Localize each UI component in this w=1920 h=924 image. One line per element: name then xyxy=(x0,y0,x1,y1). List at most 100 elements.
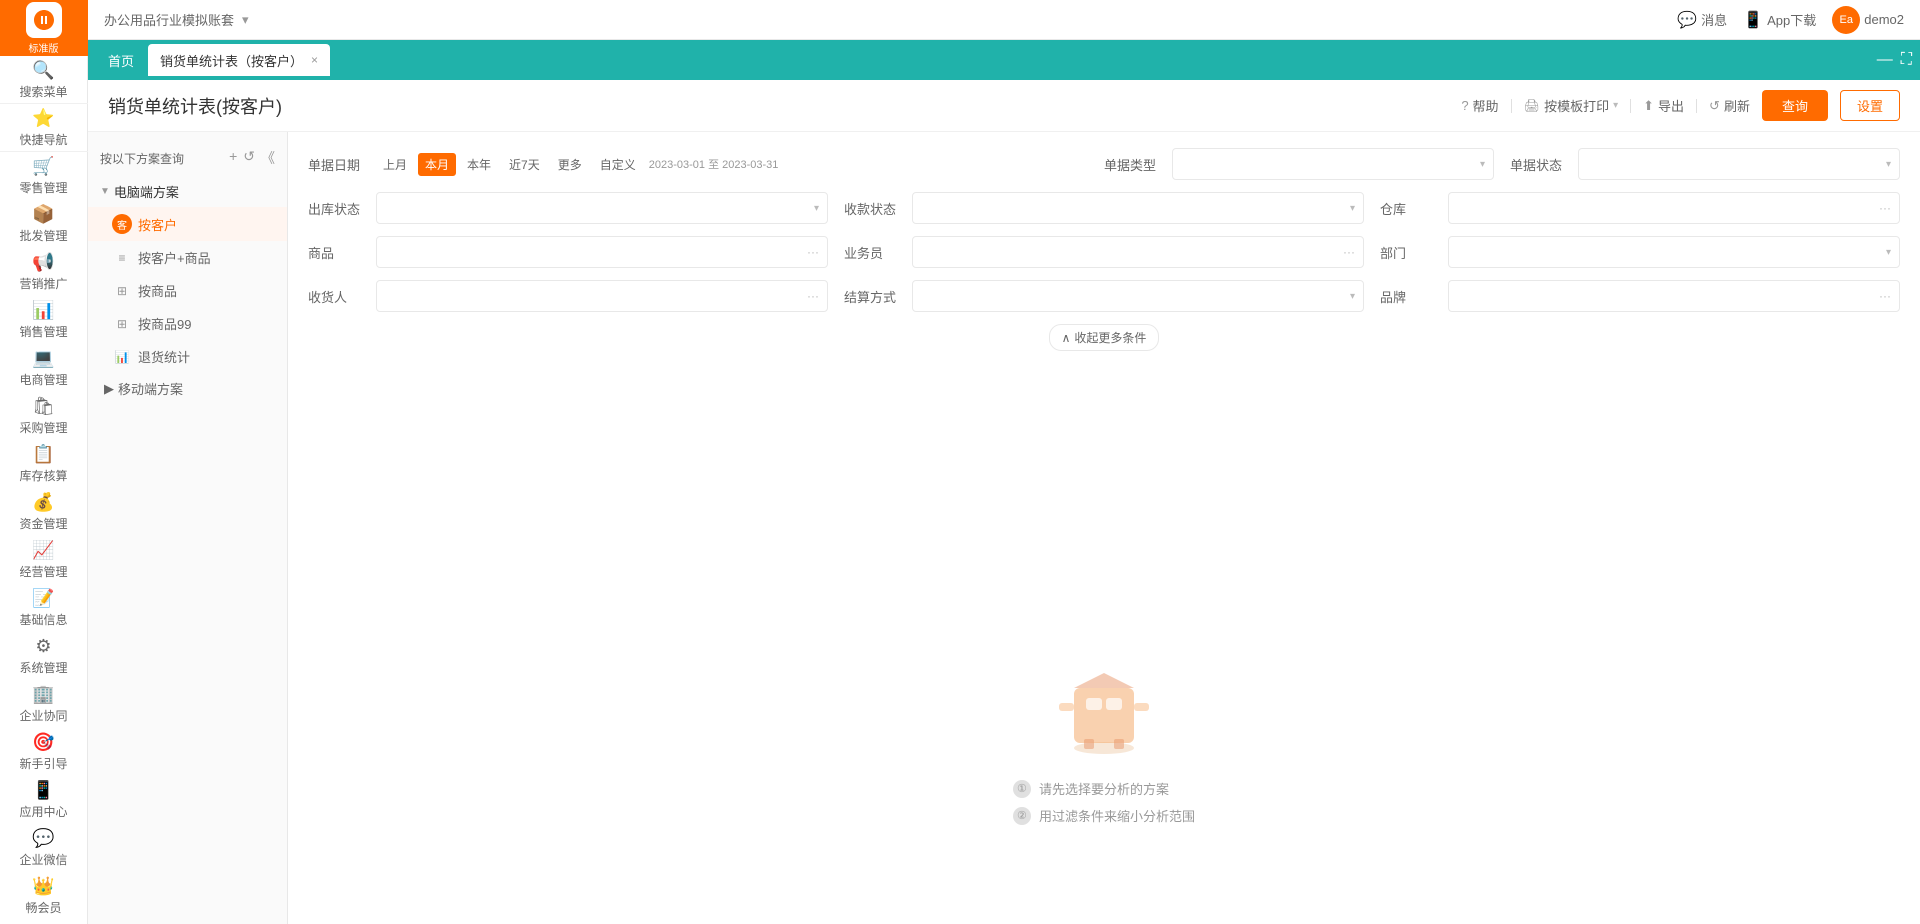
enterprise-label: 企业协同 xyxy=(19,707,67,724)
product-input[interactable]: ··· xyxy=(376,236,828,268)
user-area[interactable]: Ea demo2 xyxy=(1832,6,1904,34)
salesperson-label: 业务员 xyxy=(844,243,904,262)
brand-label: 品牌 xyxy=(1380,287,1440,306)
sidebar-item-member[interactable]: 👑 畅会员 xyxy=(0,872,88,920)
sidebar-item-enterprise[interactable]: 🏢 企业协同 xyxy=(0,680,88,728)
add-plan-icon[interactable]: + xyxy=(229,148,237,168)
system-icon: ⚙ xyxy=(35,636,51,657)
filter-product: 商品 ··· xyxy=(308,236,828,268)
username-label: demo2 xyxy=(1864,12,1904,27)
tab-bar-right: — ⛶ xyxy=(1877,51,1912,69)
sidebar-item-app-center[interactable]: 📱 应用中心 xyxy=(0,776,88,824)
plan-section: ▼ 电脑端方案 客 按客户 ≡ 按客户+商品 xyxy=(88,176,287,404)
doc-type-label: 单据类型 xyxy=(1104,155,1164,174)
plan-group-mobile: ▶ 移动端方案 xyxy=(88,373,287,404)
sidebar-item-retail[interactable]: 🛒 零售管理 xyxy=(0,152,88,200)
tab-sales-stat[interactable]: 销货单统计表（按客户） × xyxy=(148,44,330,76)
plan-group-mobile-header[interactable]: ▶ 移动端方案 xyxy=(88,373,287,404)
plan-item-return-stat[interactable]: 📊 退货统计 xyxy=(88,340,287,373)
date-tab-custom[interactable]: 自定义 xyxy=(593,153,643,176)
left-panel: 按以下方案查询 + ↺ 《 ▼ 电脑端方案 xyxy=(88,132,288,924)
member-label: 畅会员 xyxy=(25,899,61,916)
collapse-btn[interactable]: ∧ 收起更多条件 xyxy=(1049,324,1160,351)
plan-group-desktop-header[interactable]: ▼ 电脑端方案 xyxy=(88,176,287,207)
doc-status-label: 单据状态 xyxy=(1510,155,1570,174)
help-btn[interactable]: ? 帮助 xyxy=(1461,96,1498,115)
tab-maximize-btn[interactable]: ⛶ xyxy=(1901,51,1912,69)
sidebar-item-purchase[interactable]: 🛍 采购管理 xyxy=(0,392,88,440)
sidebar-item-operations[interactable]: 📈 经营管理 xyxy=(0,536,88,584)
out-status-input[interactable]: ▾ xyxy=(376,192,828,224)
date-tab-this-month[interactable]: 本月 xyxy=(418,153,456,176)
sidebar-item-basic[interactable]: 📝 基础信息 xyxy=(0,584,88,632)
tip-num-2: ② xyxy=(1013,807,1031,825)
filter-row-4: 收货人 ··· 结算方式 ▾ xyxy=(308,280,1900,312)
doc-status-input[interactable]: ▾ xyxy=(1578,148,1900,180)
tab-close-icon[interactable]: × xyxy=(311,53,318,67)
doc-type-input[interactable]: ▾ xyxy=(1172,148,1494,180)
filter-doc-type: 单据类型 ▾ xyxy=(1104,148,1494,180)
collapse-panel-icon[interactable]: 《 xyxy=(261,148,275,168)
tab-home[interactable]: 首页 xyxy=(96,44,146,76)
message-btn[interactable]: 💬 消息 xyxy=(1677,10,1727,30)
plan-group-desktop: ▼ 电脑端方案 客 按客户 ≡ 按客户+商品 xyxy=(88,176,287,373)
recipient-input[interactable]: ··· xyxy=(376,280,828,312)
breadcrumb-dropdown-icon[interactable]: ▾ xyxy=(242,12,249,28)
setting-button[interactable]: 设置 xyxy=(1840,90,1900,121)
retail-icon: 🛒 xyxy=(32,156,54,177)
app-subtitle: 标准版 xyxy=(29,40,59,55)
quick-nav-icon: ⭐ xyxy=(32,108,54,129)
query-button[interactable]: 查询 xyxy=(1762,90,1828,121)
refresh-plan-icon[interactable]: ↺ xyxy=(243,148,255,168)
date-tab-this-year[interactable]: 本年 xyxy=(460,153,498,176)
sidebar-item-search-menu[interactable]: 🔍 搜索菜单 xyxy=(0,56,88,104)
print-icon: 🖨 xyxy=(1524,98,1541,114)
plan-item-by-product-99[interactable]: ⊞ 按商品99 xyxy=(88,307,287,340)
export-btn[interactable]: ⬆ 导出 xyxy=(1643,96,1684,115)
left-panel-header: 按以下方案查询 + ↺ 《 xyxy=(88,140,287,176)
print-btn[interactable]: 🖨 按模板打印 ▾ xyxy=(1524,96,1619,115)
date-tab-more[interactable]: 更多 xyxy=(551,153,589,176)
by-customer-label: 按客户 xyxy=(138,215,177,234)
settlement-input[interactable]: ▾ xyxy=(912,280,1364,312)
sidebar-item-ecommerce[interactable]: 💻 电商管理 xyxy=(0,344,88,392)
finance-icon: 💰 xyxy=(32,492,54,513)
sidebar-item-finance[interactable]: 💰 资金管理 xyxy=(0,488,88,536)
logo-icon xyxy=(26,2,62,38)
date-tab-last-month[interactable]: 上月 xyxy=(376,153,414,176)
pay-status-input[interactable]: ▾ xyxy=(912,192,1364,224)
filter-row-1: 单据日期 上月 本月 本年 近7天 更多 自定义 20 xyxy=(308,148,1900,180)
export-label: 导出 xyxy=(1658,96,1684,115)
date-tab-last7[interactable]: 近7天 xyxy=(502,153,547,176)
refresh-btn[interactable]: ↺ 刷新 xyxy=(1709,96,1750,115)
sidebar-item-marketing[interactable]: 📢 营销推广 xyxy=(0,248,88,296)
content-lower: ① 请先选择要分析的方案 ② 用过滤条件来缩小分析范围 xyxy=(288,544,1920,924)
filter-settlement: 结算方式 ▾ xyxy=(844,280,1364,312)
plan-item-by-customer-product[interactable]: ≡ 按客户+商品 xyxy=(88,241,287,274)
sales-label: 销售管理 xyxy=(19,323,67,340)
left-panel-icons: + ↺ 《 xyxy=(229,148,275,168)
department-label: 部门 xyxy=(1380,243,1440,262)
warehouse-label: 仓库 xyxy=(1380,199,1440,218)
salesperson-input[interactable]: ··· xyxy=(912,236,1364,268)
plan-item-by-customer[interactable]: 客 按客户 xyxy=(88,207,287,241)
sidebar-item-inventory[interactable]: 📋 库存核算 xyxy=(0,440,88,488)
filter-recipient: 收货人 ··· xyxy=(308,280,828,312)
plan-item-by-product[interactable]: ⊞ 按商品 xyxy=(88,274,287,307)
sidebar-item-system[interactable]: ⚙ 系统管理 xyxy=(0,632,88,680)
sidebar-item-sales[interactable]: 📊 销售管理 xyxy=(0,296,88,344)
enterprise-wechat-icon: 💬 xyxy=(32,828,54,849)
sidebar-item-wholesale[interactable]: 📦 批发管理 xyxy=(0,200,88,248)
salesperson-more-icon: ··· xyxy=(1343,245,1355,259)
warehouse-input[interactable]: ··· xyxy=(1448,192,1900,224)
tab-home-label: 首页 xyxy=(108,51,134,70)
tab-minimize-btn[interactable]: — xyxy=(1877,51,1893,69)
by-product-99-label: 按商品99 xyxy=(138,314,191,333)
print-dropdown-icon: ▾ xyxy=(1613,100,1618,111)
department-input[interactable]: ▾ xyxy=(1448,236,1900,268)
sidebar-item-newbie[interactable]: 🎯 新手引导 xyxy=(0,728,88,776)
sidebar-item-enterprise-wechat[interactable]: 💬 企业微信 xyxy=(0,824,88,872)
app-download-btn[interactable]: 📱 App下载 xyxy=(1743,10,1816,30)
sidebar-item-quick-nav[interactable]: ⭐ 快捷导航 xyxy=(0,104,88,152)
brand-input[interactable]: ··· xyxy=(1448,280,1900,312)
